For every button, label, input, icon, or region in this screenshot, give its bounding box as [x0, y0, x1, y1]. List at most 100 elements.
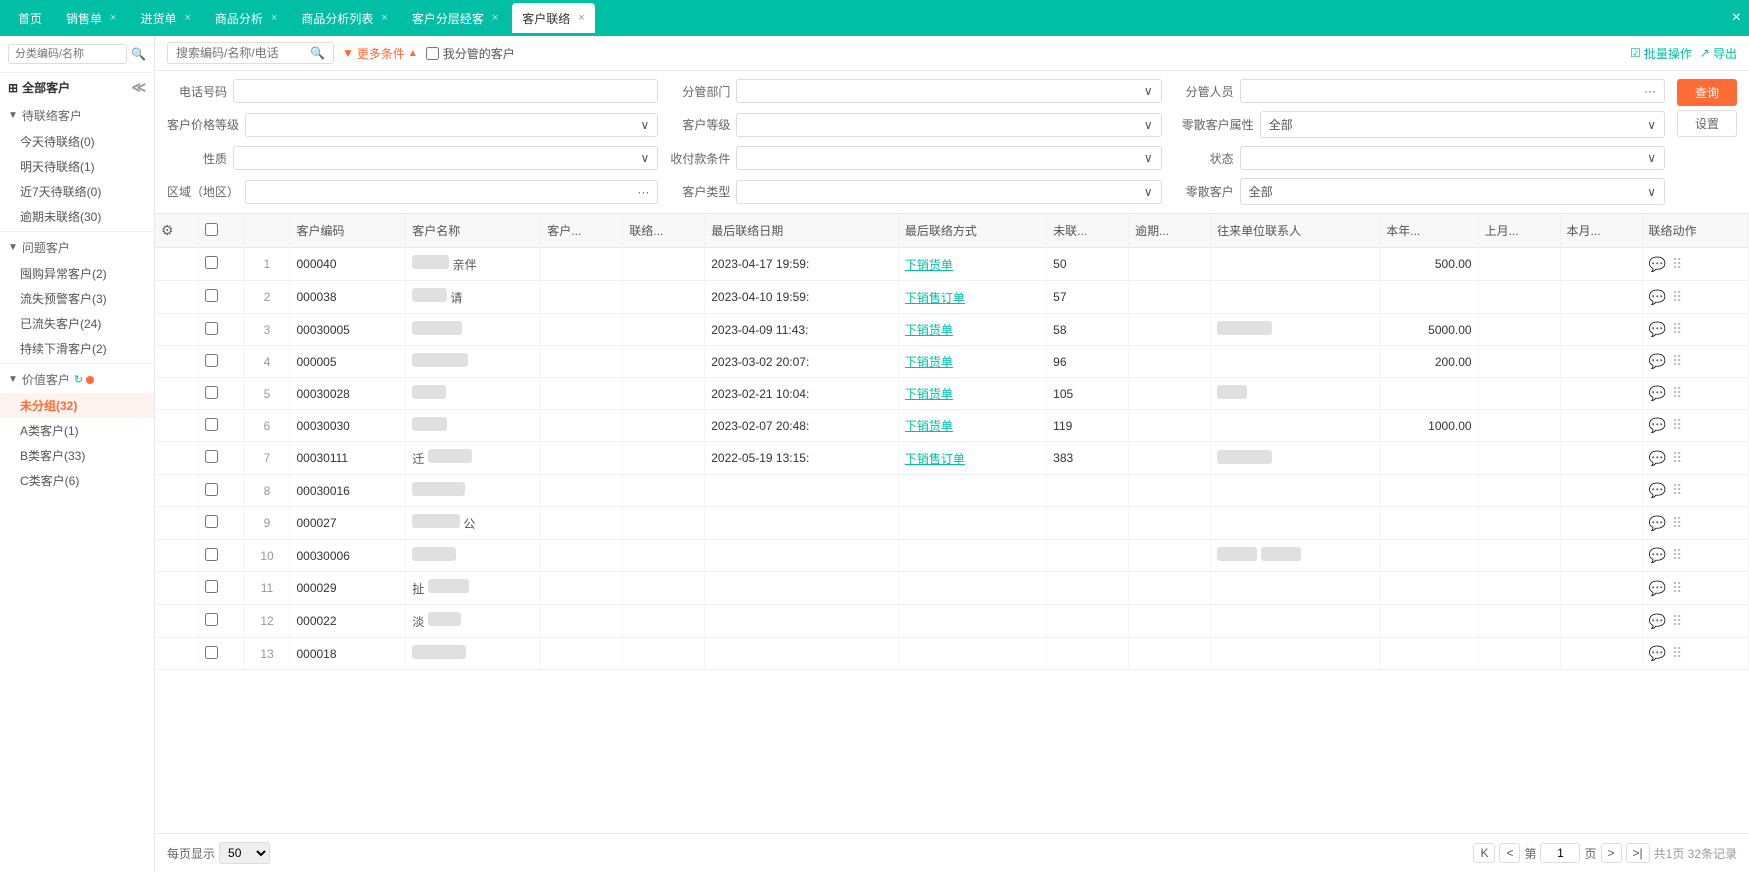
chat-icon[interactable]: 💬	[1649, 289, 1666, 306]
last-method-column-header[interactable]: 最后联络方式	[898, 214, 1046, 248]
nature-select[interactable]: ∨	[233, 146, 658, 170]
tab-purchase-close[interactable]: ×	[184, 12, 190, 24]
type-column-header[interactable]: 客户...	[541, 214, 623, 248]
tab-customer-contact-close[interactable]: ×	[578, 12, 584, 24]
last-method-link[interactable]: 下销货单	[905, 258, 953, 272]
tab-product-analysis[interactable]: 商品分析 ×	[205, 3, 287, 33]
page-size-select[interactable]: 50 10 20 100	[219, 842, 270, 864]
scatter-customer-select[interactable]: 全部 ∨	[1240, 178, 1665, 205]
name-column-header[interactable]: 客户名称	[406, 214, 541, 248]
more-icon-2[interactable]: ···	[637, 185, 649, 199]
sidebar-item-class-c[interactable]: C类客户(6)	[0, 468, 154, 493]
settings-column-header[interactable]: ⚙	[155, 214, 199, 248]
last-method-link[interactable]: 下销货单	[905, 355, 953, 369]
row-checkbox[interactable]	[199, 475, 244, 507]
page-number-input[interactable]	[1540, 843, 1580, 863]
chat-icon[interactable]: 💬	[1649, 256, 1666, 273]
overdue-column-header[interactable]: 逾期...	[1129, 214, 1211, 248]
chat-icon[interactable]: 💬	[1649, 515, 1666, 532]
sidebar-item-churned[interactable]: 已流失客户(24)	[0, 311, 154, 336]
chat-icon[interactable]: 💬	[1649, 547, 1666, 564]
company-contact-column-header[interactable]: 往来单位联系人	[1211, 214, 1380, 248]
more-action-icon[interactable]: ⠿	[1672, 353, 1682, 370]
last-method-link[interactable]: 下销货单	[905, 387, 953, 401]
sidebar-group-value[interactable]: ▼ 价值客户 ↻	[0, 366, 154, 393]
payment-select[interactable]: ∨	[736, 146, 1161, 170]
tab-customer-segment[interactable]: 客户分层经客 ×	[402, 3, 508, 33]
more-action-icon[interactable]: ⠿	[1672, 482, 1682, 499]
chat-icon[interactable]: 💬	[1649, 613, 1666, 630]
last-page-button[interactable]: >|	[1626, 843, 1650, 863]
row-checkbox[interactable]	[199, 378, 244, 410]
more-action-icon[interactable]: ⠿	[1672, 385, 1682, 402]
my-customers-check[interactable]	[426, 47, 439, 60]
tab-purchase[interactable]: 进货单 ×	[130, 3, 200, 33]
tab-product-analysis-list-close[interactable]: ×	[381, 12, 387, 24]
sidebar-item-overdue-pending[interactable]: 逾期未联络(30)	[0, 204, 154, 229]
scatter-attr-select[interactable]: 全部 ∨	[1260, 111, 1665, 138]
row-checkbox[interactable]	[199, 442, 244, 475]
code-column-header[interactable]: 客户编码	[290, 214, 406, 248]
chat-icon[interactable]: 💬	[1649, 645, 1666, 662]
last-month-column-header[interactable]: 上月...	[1478, 214, 1560, 248]
sidebar-item-ungroup[interactable]: 未分组(32)	[0, 393, 154, 418]
chat-icon[interactable]: 💬	[1649, 321, 1666, 338]
more-action-icon[interactable]: ⠿	[1672, 613, 1682, 630]
tab-product-analysis-close[interactable]: ×	[271, 12, 277, 24]
more-action-icon[interactable]: ⠿	[1672, 256, 1682, 273]
more-action-icon[interactable]: ⠿	[1672, 321, 1682, 338]
row-checkbox[interactable]	[199, 346, 244, 378]
chat-icon[interactable]: 💬	[1649, 385, 1666, 402]
tab-customer-contact[interactable]: 客户联络 ×	[512, 3, 594, 33]
row-checkbox[interactable]	[199, 638, 244, 670]
region-select[interactable]: ···	[245, 180, 658, 204]
sidebar-group-pending[interactable]: ▼ 待联络客户	[0, 102, 154, 129]
chat-icon[interactable]: 💬	[1649, 450, 1666, 467]
more-action-icon[interactable]: ⠿	[1672, 289, 1682, 306]
sidebar-item-abnormal[interactable]: 囤购异常客户(2)	[0, 261, 154, 286]
sidebar-item-declining[interactable]: 持续下滑客户(2)	[0, 336, 154, 361]
tab-home[interactable]: 首页	[8, 3, 52, 33]
more-action-icon[interactable]: ⠿	[1672, 450, 1682, 467]
more-action-icon[interactable]: ⠿	[1672, 547, 1682, 564]
this-month-column-header[interactable]: 本月...	[1560, 214, 1642, 248]
tab-customer-segment-close[interactable]: ×	[492, 12, 498, 24]
more-action-icon[interactable]: ⠿	[1672, 417, 1682, 434]
this-year-column-header[interactable]: 本年...	[1380, 214, 1478, 248]
more-action-icon[interactable]: ⠿	[1672, 515, 1682, 532]
chat-icon[interactable]: 💬	[1649, 580, 1666, 597]
manager-select[interactable]: ···	[1240, 79, 1665, 103]
my-customers-checkbox[interactable]: 我分管的客户	[426, 45, 515, 62]
price-grade-select[interactable]: ∨	[245, 113, 658, 137]
sidebar-item-class-a[interactable]: A类客户(1)	[0, 418, 154, 443]
more-action-icon[interactable]: ⠿	[1672, 580, 1682, 597]
row-checkbox[interactable]	[199, 314, 244, 346]
sidebar-item-today-pending[interactable]: 今天待联络(0)	[0, 129, 154, 154]
row-checkbox[interactable]	[199, 507, 244, 540]
row-checkbox[interactable]	[199, 281, 244, 314]
row-checkbox[interactable]	[199, 572, 244, 605]
tab-sales[interactable]: 销售单 ×	[56, 3, 126, 33]
dept-select[interactable]: ∨	[736, 79, 1161, 103]
category-search-input[interactable]	[8, 44, 127, 64]
search-button[interactable]: 查询	[1677, 79, 1737, 106]
chat-icon[interactable]: 💬	[1649, 417, 1666, 434]
sidebar-search-icon[interactable]: 🔍	[131, 47, 146, 61]
select-all-checkbox[interactable]	[205, 223, 218, 236]
sidebar-item-tomorrow-pending[interactable]: 明天待联络(1)	[0, 154, 154, 179]
all-customers-header[interactable]: ⊞ 全部客户 ≪	[0, 73, 154, 102]
last-date-column-header[interactable]: 最后联络日期	[705, 214, 899, 248]
sidebar-item-class-b[interactable]: B类客户(33)	[0, 443, 154, 468]
row-checkbox[interactable]	[199, 605, 244, 638]
more-filters-btn[interactable]: ▼ 更多条件 ▲	[342, 45, 418, 62]
row-checkbox[interactable]	[199, 410, 244, 442]
gear-icon[interactable]: ⚙	[161, 222, 174, 238]
window-close-button[interactable]: ×	[1732, 9, 1741, 27]
tab-sales-close[interactable]: ×	[110, 12, 116, 24]
last-method-link[interactable]: 下销货单	[905, 419, 953, 433]
contact-column-header[interactable]: 联络...	[623, 214, 705, 248]
next-page-button[interactable]: >	[1601, 843, 1622, 863]
export-btn[interactable]: ↗ 导出	[1700, 45, 1737, 62]
more-icon[interactable]: ···	[1644, 84, 1656, 98]
sidebar-group-problem[interactable]: ▼ 问题客户	[0, 234, 154, 261]
